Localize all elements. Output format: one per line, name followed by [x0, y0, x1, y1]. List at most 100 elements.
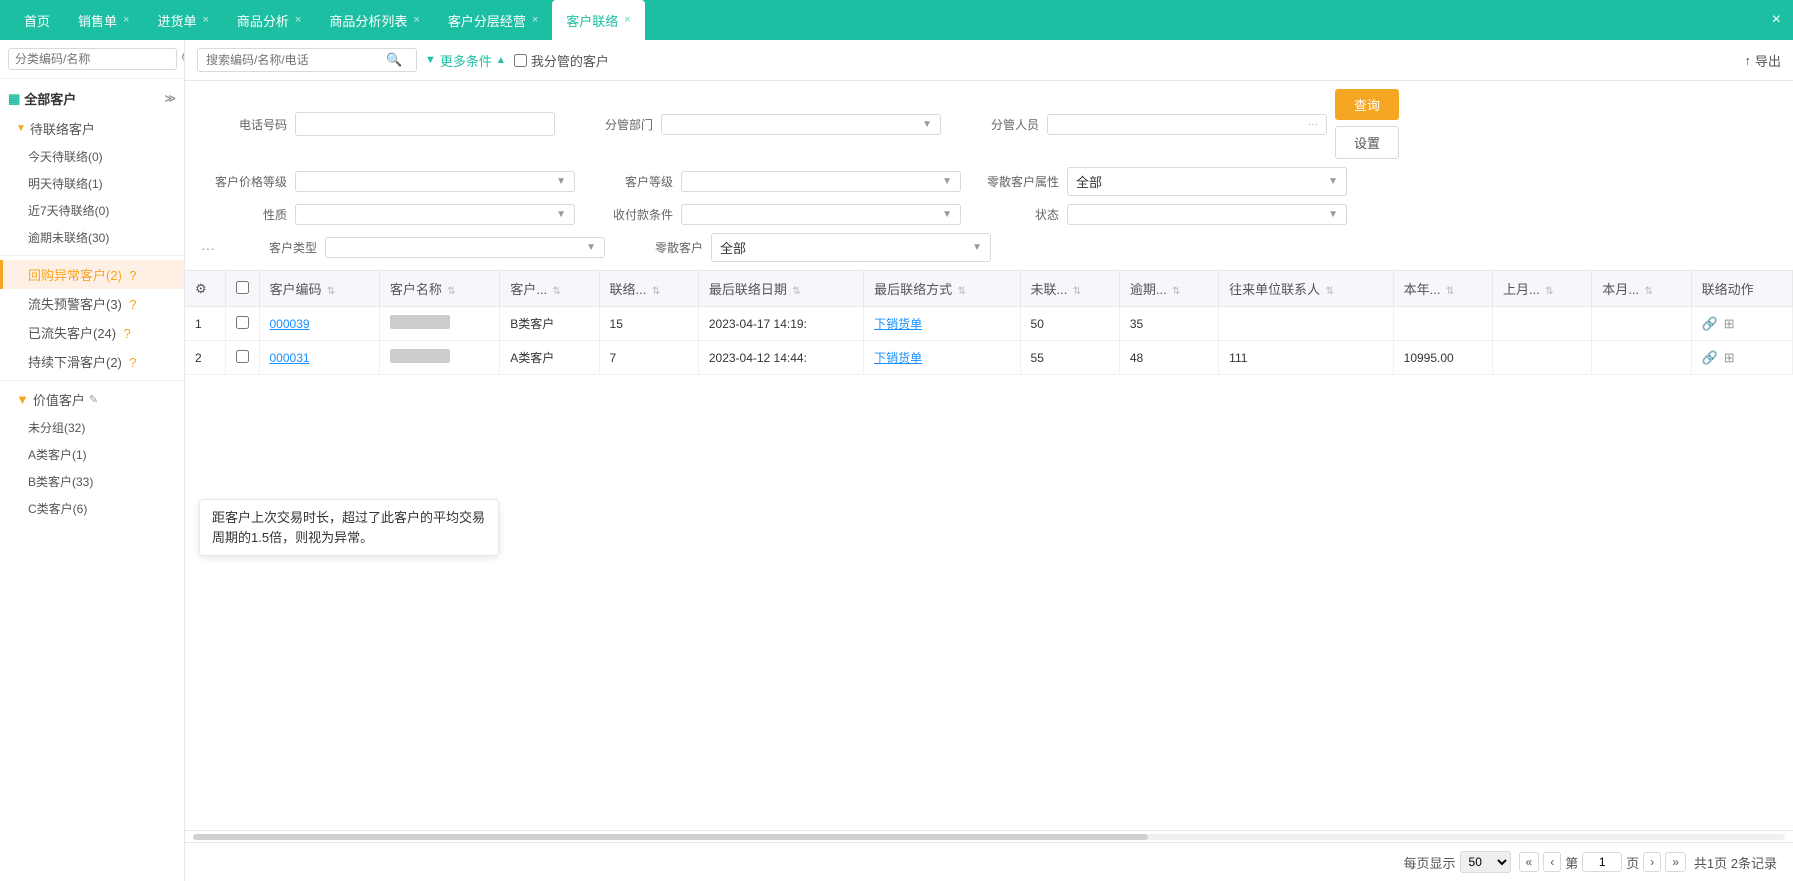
sidebar-item-c-class[interactable]: C类客户(6)	[0, 495, 184, 522]
cell-type-2: A类客户	[500, 341, 599, 375]
continuous-drop-help-icon[interactable]: ?	[129, 355, 136, 370]
sidebar-item-lost[interactable]: 已流失客户(24) ?	[0, 318, 184, 347]
link-action-icon-2[interactable]: 🔗	[1702, 350, 1718, 366]
my-customers-checkbox[interactable]	[514, 54, 527, 67]
sidebar-item-ungroup[interactable]: 未分组(32)	[0, 414, 184, 441]
status-select[interactable]: ▼	[1067, 204, 1347, 225]
close-customer-layer-icon[interactable]: ×	[532, 14, 538, 26]
export-button[interactable]: ↑ 导出	[1744, 51, 1781, 70]
close-customer-contact-icon[interactable]: ×	[624, 14, 630, 26]
sort-lastmonth-icon[interactable]: ⇅	[1545, 286, 1553, 297]
cell-code-2[interactable]: 000031	[259, 341, 379, 375]
sort-person-icon[interactable]: ⇅	[1326, 286, 1334, 297]
settings-icon[interactable]: ⚙	[195, 281, 207, 296]
sort-date-icon[interactable]: ⇅	[792, 286, 800, 297]
sort-method-icon[interactable]: ⇅	[957, 286, 965, 297]
nav-item-home[interactable]: 首页	[10, 0, 64, 40]
th-contact-person: 往来单位联系人 ⇅	[1219, 271, 1393, 307]
sidebar-item-repeat-abnormal[interactable]: 回购异常客户(2) ?	[0, 260, 184, 289]
all-customers-header[interactable]: ▦ 全部客户 ≫	[0, 83, 184, 114]
sidebar-item-today-pending[interactable]: 今天待联络(0)	[0, 143, 184, 170]
gender-select[interactable]: ▼	[295, 204, 575, 225]
manager-dots[interactable]: ···	[1308, 119, 1318, 130]
pending-contact-group[interactable]: ▼ 待联络客户	[0, 114, 184, 143]
horizontal-scrollbar[interactable]	[185, 830, 1793, 842]
more-filters-dots[interactable]: ···	[197, 240, 219, 256]
cell-check-1	[225, 307, 259, 341]
close-sales-icon[interactable]: ×	[123, 14, 129, 26]
cell-method-1[interactable]: 下销货单	[864, 307, 1020, 341]
settings-button[interactable]: 设置	[1335, 126, 1399, 159]
lost-help-icon[interactable]: ?	[123, 326, 130, 341]
value-customer-group[interactable]: ▼ 价值客户 ✎	[0, 385, 184, 414]
next-page-button[interactable]: ›	[1643, 852, 1661, 872]
sort-thismonth-icon[interactable]: ⇅	[1644, 286, 1652, 297]
manager-select[interactable]: ···	[1047, 114, 1327, 135]
sidebar-item-b-class[interactable]: B类客户(33)	[0, 468, 184, 495]
nav-item-product-list[interactable]: 商品分析列表 ×	[315, 0, 433, 40]
more-conditions-button[interactable]: ▼ 更多条件 ▲	[425, 51, 506, 70]
nav-item-sales[interactable]: 销售单 ×	[64, 0, 143, 40]
sort-overdue-icon[interactable]: ⇅	[1172, 286, 1180, 297]
first-page-button[interactable]: «	[1519, 852, 1540, 872]
query-button[interactable]: 查询	[1335, 89, 1399, 120]
row-checkbox-1[interactable]	[236, 316, 249, 329]
sidebar-item-overdue[interactable]: 逾期未联络(30)	[0, 224, 184, 251]
main-search-input[interactable]	[206, 53, 386, 67]
page-number-input[interactable]	[1582, 852, 1622, 872]
value-edit-icon[interactable]: ✎	[89, 393, 98, 406]
nav-item-product-analysis[interactable]: 商品分析 ×	[223, 0, 315, 40]
cell-notcontact-1: 50	[1020, 307, 1119, 341]
sidebar-item-continuous-drop[interactable]: 持续下滑客户(2) ?	[0, 347, 184, 376]
cell-lastmonth-2	[1492, 341, 1591, 375]
main-search-icon[interactable]: 🔍	[386, 52, 402, 68]
sort-name-icon[interactable]: ⇅	[447, 286, 455, 297]
close-product-analysis-icon[interactable]: ×	[295, 14, 301, 26]
nav-item-customer-layer[interactable]: 客户分层经营 ×	[434, 0, 552, 40]
close-product-list-icon[interactable]: ×	[413, 14, 419, 26]
th-overdue: 逾期... ⇅	[1119, 271, 1218, 307]
sort-type-icon[interactable]: ⇅	[552, 286, 560, 297]
grid-action-icon-2[interactable]: ⊞	[1724, 350, 1735, 366]
th-code: 客户编码 ⇅	[259, 271, 379, 307]
last-page-button[interactable]: »	[1665, 852, 1686, 872]
sidebar-item-7day-pending[interactable]: 近7天待联络(0)	[0, 197, 184, 224]
sort-notcontact-icon[interactable]: ⇅	[1073, 286, 1081, 297]
customer-grade-select[interactable]: ▼	[681, 171, 961, 192]
sidebar-item-lost-pre[interactable]: 流失预警客户(3) ?	[0, 289, 184, 318]
sort-code-icon[interactable]: ⇅	[327, 286, 335, 297]
nav-item-purchase[interactable]: 进货单 ×	[143, 0, 222, 40]
select-all-checkbox[interactable]	[236, 281, 249, 294]
per-page-select[interactable]: 50 100 200	[1460, 851, 1511, 873]
close-all-tabs-button[interactable]: ×	[1772, 11, 1781, 29]
sidebar-item-tomorrow-pending[interactable]: 明天待联络(1)	[0, 170, 184, 197]
table-section: 距客户上次交易时长，超过了此客户的平均交易周期的1.5倍，则视为异常。 ⚙	[185, 271, 1793, 881]
phone-input[interactable]	[295, 112, 555, 136]
customer-type-select[interactable]: ▼	[325, 237, 605, 258]
retail-customer-select[interactable]: 全部 ▼	[711, 233, 991, 262]
lost-pre-help-icon[interactable]: ?	[129, 297, 136, 312]
th-this-month: 本月... ⇅	[1592, 271, 1691, 307]
category-search-input[interactable]	[8, 48, 177, 70]
dept-select[interactable]: ▼	[661, 114, 941, 135]
link-action-icon-1[interactable]: 🔗	[1702, 316, 1718, 332]
collapse-icon[interactable]: ≫	[164, 92, 176, 105]
customer-type-label: 客户类型	[227, 239, 317, 256]
cell-code-1[interactable]: 000039	[259, 307, 379, 341]
cell-action-1: 🔗 ⊞	[1691, 307, 1792, 341]
sort-thisyear-icon[interactable]: ⇅	[1446, 286, 1454, 297]
sidebar-item-a-class[interactable]: A类客户(1)	[0, 441, 184, 468]
close-purchase-icon[interactable]: ×	[202, 14, 208, 26]
cell-method-2[interactable]: 下销货单	[864, 341, 1020, 375]
payment-select[interactable]: ▼	[681, 204, 961, 225]
nav-item-customer-contact[interactable]: 客户联络 ×	[552, 0, 644, 40]
row-checkbox-2[interactable]	[236, 350, 249, 363]
retail-attr-select[interactable]: 全部 ▼	[1067, 167, 1347, 196]
prev-page-button[interactable]: ‹	[1543, 852, 1561, 872]
th-name: 客户名称 ⇅	[379, 271, 499, 307]
sort-contact-icon[interactable]: ⇅	[652, 286, 660, 297]
repeat-abnormal-help-icon[interactable]: ?	[129, 268, 136, 283]
grid-action-icon-1[interactable]: ⊞	[1724, 316, 1735, 332]
scroll-thumb[interactable]	[193, 834, 1148, 840]
price-grade-select[interactable]: ▼	[295, 171, 575, 192]
